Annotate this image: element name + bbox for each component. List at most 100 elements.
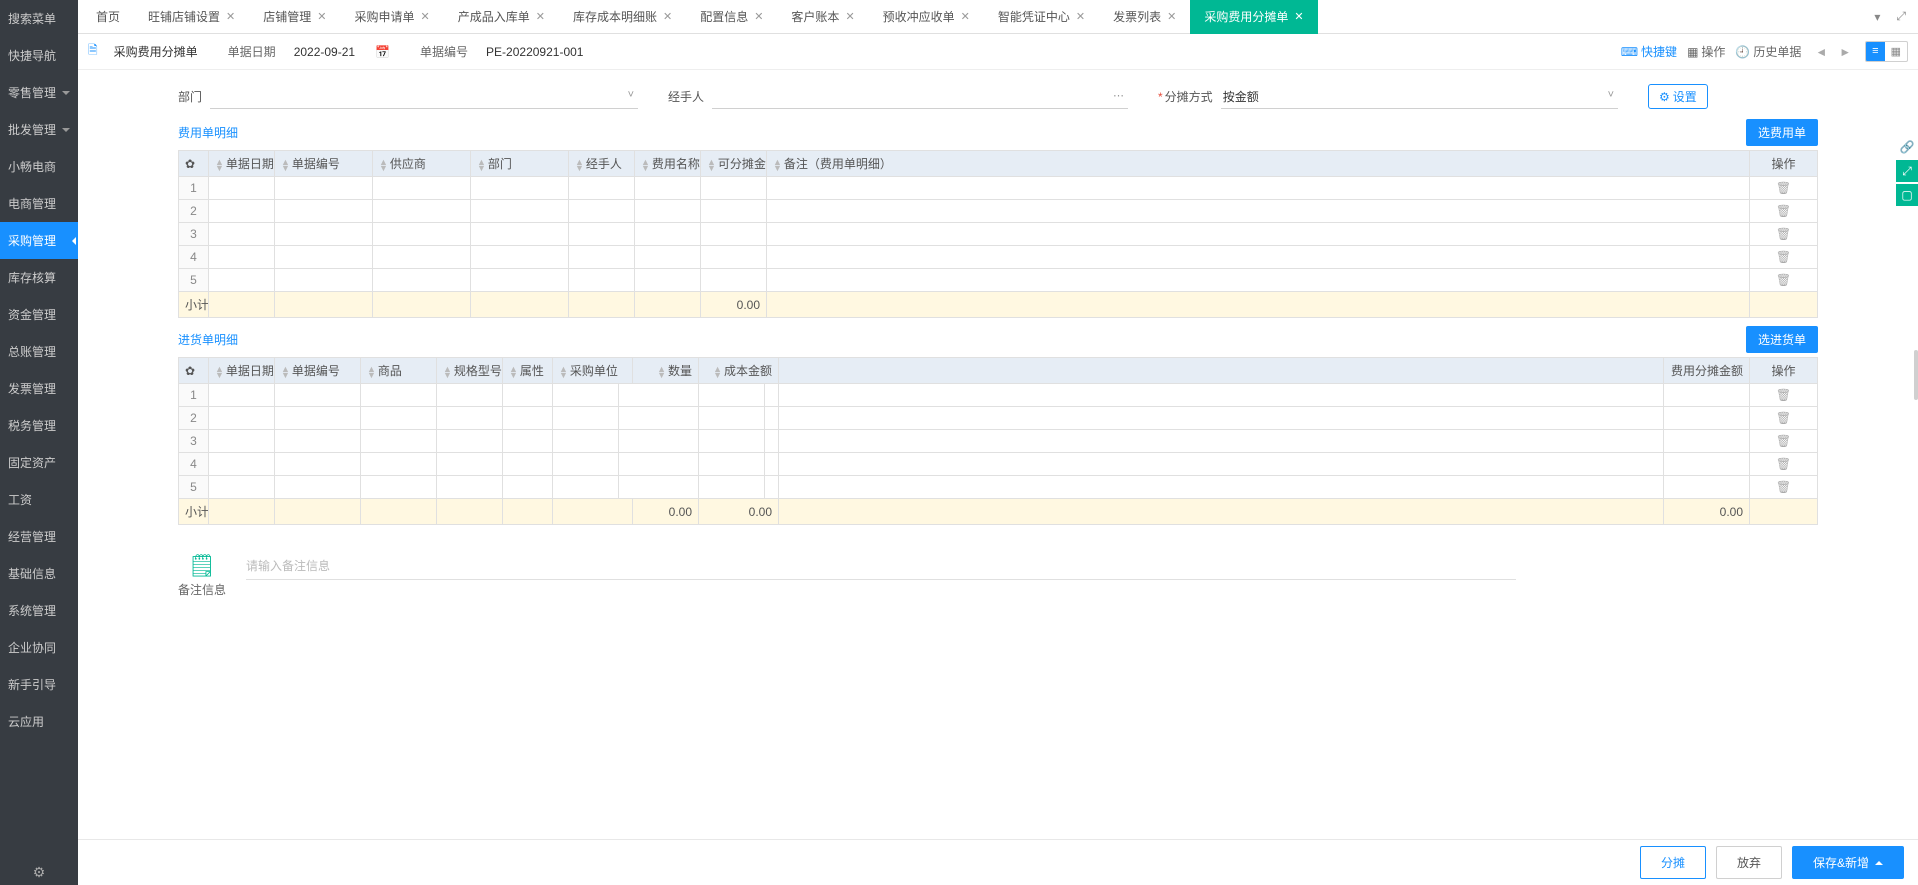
sidebar-item-16[interactable]: 系统管理 xyxy=(0,592,78,629)
cell[interactable] xyxy=(209,430,275,453)
cell[interactable] xyxy=(553,430,619,453)
cell[interactable] xyxy=(437,384,503,407)
cell[interactable] xyxy=(275,384,361,407)
cell[interactable] xyxy=(275,200,373,223)
tab-9[interactable]: 智能凭证中心✕ xyxy=(984,0,1099,34)
cell[interactable] xyxy=(275,430,361,453)
save-new-button[interactable]: 保存&新增 xyxy=(1792,846,1904,879)
sidebar-item-4[interactable]: 小畅电商 xyxy=(0,148,78,185)
cell[interactable] xyxy=(619,407,699,430)
delete-icon[interactable]: 🗑 xyxy=(1776,250,1791,264)
cell[interactable] xyxy=(765,430,779,453)
sidebar-item-2[interactable]: 零售管理 xyxy=(0,74,78,111)
delete-icon[interactable]: 🗑 xyxy=(1776,411,1791,425)
cell[interactable] xyxy=(209,200,275,223)
cell[interactable] xyxy=(209,177,275,200)
cell[interactable] xyxy=(701,200,767,223)
close-icon[interactable]: ✕ xyxy=(421,10,430,23)
cell[interactable] xyxy=(1664,384,1750,407)
sidebar-item-3[interactable]: 批发管理 xyxy=(0,111,78,148)
close-icon[interactable]: ✕ xyxy=(663,10,672,23)
cell[interactable] xyxy=(779,430,1664,453)
handler-input[interactable] xyxy=(712,85,1128,109)
cell[interactable] xyxy=(699,430,765,453)
sidebar-item-7[interactable]: 库存核算 xyxy=(0,259,78,296)
close-icon[interactable]: ✕ xyxy=(317,10,326,23)
cell[interactable] xyxy=(701,269,767,292)
tab-0[interactable]: 首页 xyxy=(82,0,134,34)
cell[interactable] xyxy=(471,200,569,223)
sidebar-item-1[interactable]: 快捷导航 xyxy=(0,37,78,74)
abandon-button[interactable]: 放弃 xyxy=(1716,846,1782,879)
sidebar-item-5[interactable]: 电商管理 xyxy=(0,185,78,222)
allocation-select[interactable] xyxy=(1221,85,1618,109)
cell[interactable] xyxy=(361,430,437,453)
tabs-overflow-icon[interactable]: ▾ xyxy=(1870,6,1884,28)
col-date[interactable]: 单据日期 xyxy=(226,364,274,378)
cell[interactable] xyxy=(437,453,503,476)
table-row[interactable]: 5🗑 xyxy=(179,269,1818,292)
sidebar-item-9[interactable]: 总账管理 xyxy=(0,333,78,370)
cell[interactable] xyxy=(619,430,699,453)
cell[interactable] xyxy=(569,269,635,292)
cell[interactable] xyxy=(503,407,553,430)
cell[interactable] xyxy=(767,223,1750,246)
tab-1[interactable]: 旺铺店铺设置✕ xyxy=(134,0,249,34)
cell[interactable] xyxy=(373,269,471,292)
tab-8[interactable]: 预收冲应收单✕ xyxy=(869,0,984,34)
col-spec[interactable]: 规格型号 xyxy=(454,364,502,378)
cell[interactable] xyxy=(275,453,361,476)
sidebar-item-11[interactable]: 税务管理 xyxy=(0,407,78,444)
close-icon[interactable]: ✕ xyxy=(1294,10,1303,23)
delete-icon[interactable]: 🗑 xyxy=(1776,227,1791,241)
sidebar-item-6[interactable]: 采购管理 xyxy=(0,222,78,259)
table-row[interactable]: 1🗑 xyxy=(179,177,1818,200)
cell[interactable] xyxy=(471,246,569,269)
sidebar-item-13[interactable]: 工资 xyxy=(0,481,78,518)
cell[interactable] xyxy=(635,246,701,269)
col-unit[interactable]: 采购单位 xyxy=(570,364,618,378)
tab-5[interactable]: 库存成本明细账✕ xyxy=(559,0,686,34)
col-dept[interactable]: 部门 xyxy=(488,157,512,171)
cell[interactable] xyxy=(437,430,503,453)
col-qty[interactable]: 数量 xyxy=(668,364,692,378)
sidebar-item-14[interactable]: 经营管理 xyxy=(0,518,78,555)
col-product[interactable]: 商品 xyxy=(378,364,402,378)
table-row[interactable]: 4🗑 xyxy=(179,246,1818,269)
table-row[interactable]: 4🗑 xyxy=(179,453,1818,476)
delete-icon[interactable]: 🗑 xyxy=(1776,434,1791,448)
close-icon[interactable]: ✕ xyxy=(845,10,854,23)
pick-inbound-button[interactable]: 选进货单 xyxy=(1746,326,1818,353)
tab-6[interactable]: 配置信息✕ xyxy=(686,0,777,34)
col-date[interactable]: 单据日期 xyxy=(226,157,274,171)
tab-10[interactable]: 发票列表✕ xyxy=(1099,0,1190,34)
cell[interactable] xyxy=(275,177,373,200)
col-number[interactable]: 单据编号 xyxy=(292,157,340,171)
col-attr[interactable]: 属性 xyxy=(520,364,544,378)
col-expense-name[interactable]: 费用名称 xyxy=(652,157,700,171)
tab-2[interactable]: 店铺管理✕ xyxy=(249,0,340,34)
calendar-icon[interactable]: 📅 xyxy=(375,45,390,59)
cell[interactable] xyxy=(373,200,471,223)
sidebar-item-17[interactable]: 企业协同 xyxy=(0,629,78,666)
cell[interactable] xyxy=(503,453,553,476)
delete-icon[interactable]: 🗑 xyxy=(1776,388,1791,402)
cell[interactable] xyxy=(635,223,701,246)
cell[interactable] xyxy=(765,476,779,499)
operation-link[interactable]: ▦ 操作 xyxy=(1687,43,1725,60)
cell[interactable] xyxy=(765,384,779,407)
cell[interactable] xyxy=(503,476,553,499)
cell[interactable] xyxy=(779,384,1664,407)
tab-11[interactable]: 采购费用分摊单✕ xyxy=(1190,0,1317,34)
card-view-icon[interactable]: ▦ xyxy=(1885,42,1907,61)
cell[interactable] xyxy=(569,246,635,269)
cell[interactable] xyxy=(209,407,275,430)
cell[interactable] xyxy=(779,453,1664,476)
cell[interactable] xyxy=(209,246,275,269)
history-link[interactable]: 🕘 历史单据 xyxy=(1735,43,1801,60)
close-icon[interactable]: ✕ xyxy=(536,10,545,23)
cell[interactable] xyxy=(635,269,701,292)
prev-doc-icon[interactable]: ◄ xyxy=(1811,43,1831,61)
cell[interactable] xyxy=(779,476,1664,499)
layout-icon[interactable]: ▢ xyxy=(1896,184,1918,206)
